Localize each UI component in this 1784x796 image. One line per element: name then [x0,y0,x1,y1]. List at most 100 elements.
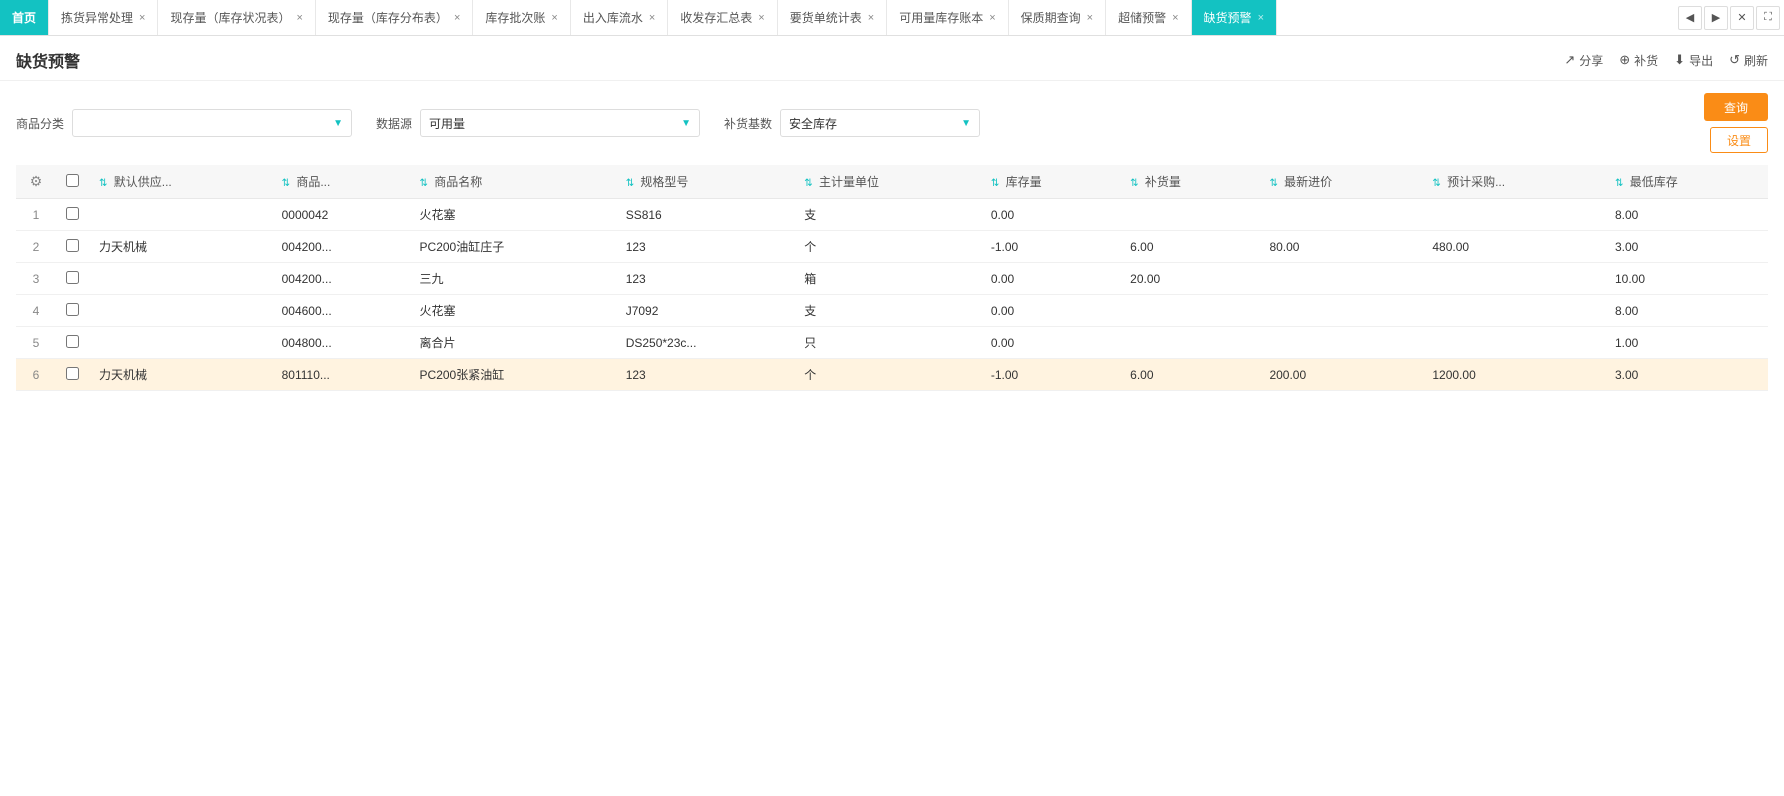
col-unit[interactable]: ⇅ 主计量单位 [794,165,981,199]
tab-expiry[interactable]: 保质期查询 × [1009,0,1106,35]
tab-order-stat-close[interactable]: × [868,12,874,24]
table-row: 5 004800... 离合片 DS250*23c... 只 0.00 1.00 [16,327,1768,359]
tab-batch-close[interactable]: × [551,12,557,24]
tab-avail-ledger[interactable]: 可用量库存账本 × [887,0,1008,35]
row-select-5[interactable] [66,335,79,348]
table-container: ⚙ ⇅ 默认供应... ⇅ 商品... ⇅ 商品名称 [0,165,1784,391]
tab-shortage-label: 缺货预警 [1204,9,1252,26]
row-product-code-3: 004200... [272,263,410,295]
tab-collect-close[interactable]: × [758,12,764,24]
replenish-btn[interactable]: ⊕ 补货 [1619,52,1658,69]
select-all-checkbox[interactable] [66,174,79,187]
tab-order-stat[interactable]: 要货单统计表 × [778,0,887,35]
tab-inv-status-close[interactable]: × [296,12,302,24]
tab-avail-ledger-close[interactable]: × [989,12,995,24]
row-unit-5: 只 [794,327,981,359]
row-spec-2: 123 [616,231,795,263]
table-body: 1 0000042 火花塞 SS816 支 0.00 8.00 2 力天机械 0… [16,199,1768,391]
row-spec-4: J7092 [616,295,795,327]
refresh-btn[interactable]: ↺ 刷新 [1729,52,1768,69]
row-checkbox-4[interactable] [56,295,89,327]
row-min-stock-1: 8.00 [1605,199,1768,231]
row-latest-price-5 [1259,327,1422,359]
tab-inout[interactable]: 出入库流水 × [571,0,668,35]
tab-inout-close[interactable]: × [649,12,655,24]
col-gear[interactable]: ⚙ [16,165,56,199]
export-btn[interactable]: ⬇ 导出 [1674,52,1713,69]
col-replenish-qty[interactable]: ⇅ 补货量 [1120,165,1259,199]
tab-batch-label: 库存批次账 [485,9,545,26]
row-est-purchase-5 [1422,327,1605,359]
row-checkbox-3[interactable] [56,263,89,295]
row-spec-5: DS250*23c... [616,327,795,359]
row-unit-4: 支 [794,295,981,327]
sort-icon-replenish: ⇅ [1130,178,1138,189]
row-replenish-qty-2: 6.00 [1120,231,1259,263]
tab-unusual[interactable]: 拣货异常处理 × [49,0,158,35]
row-unit-3: 箱 [794,263,981,295]
row-checkbox-2[interactable] [56,231,89,263]
datasource-select[interactable]: 可用量 ▼ [420,109,700,137]
tab-scroll-left-btn[interactable]: ◀ [1678,6,1702,30]
tab-scroll-right-btn[interactable]: ▶ [1704,6,1728,30]
tab-home[interactable]: 首页 [0,0,49,35]
row-unit-2: 个 [794,231,981,263]
tab-expiry-close[interactable]: × [1087,12,1093,24]
tab-overstock-close[interactable]: × [1172,12,1178,24]
row-select-2[interactable] [66,239,79,252]
row-product-name-4: 火花塞 [410,295,616,327]
table-header-row: ⚙ ⇅ 默认供应... ⇅ 商品... ⇅ 商品名称 [16,165,1768,199]
row-checkbox-5[interactable] [56,327,89,359]
tab-inv-status[interactable]: 现存量（库存状况表） × [158,0,315,35]
tab-nav-btns: ◀ ▶ ✕ ⛶ [1674,0,1784,35]
tab-overstock[interactable]: 超储预警 × [1106,0,1191,35]
row-latest-price-6: 200.00 [1259,359,1422,391]
tab-fullscreen-btn[interactable]: ⛶ [1756,6,1780,30]
sort-icon-unit: ⇅ [804,178,812,189]
row-select-1[interactable] [66,207,79,220]
table-row: 1 0000042 火花塞 SS816 支 0.00 8.00 [16,199,1768,231]
tab-unusual-close[interactable]: × [139,12,145,24]
share-btn[interactable]: ↗ 分享 [1564,52,1603,69]
sort-icon-code: ⇅ [282,178,290,189]
col-supplier[interactable]: ⇅ 默认供应... [89,165,272,199]
tab-batch[interactable]: 库存批次账 × [473,0,570,35]
tab-close-btn[interactable]: ✕ [1730,6,1754,30]
col-spec[interactable]: ⇅ 规格型号 [616,165,795,199]
row-replenish-qty-4 [1120,295,1259,327]
settings-button[interactable]: 设置 [1710,127,1768,153]
share-icon: ↗ [1564,52,1575,68]
tab-shortage-close[interactable]: × [1258,12,1264,24]
row-est-purchase-1 [1422,199,1605,231]
row-checkbox-1[interactable] [56,199,89,231]
row-num-6: 6 [16,359,56,391]
tab-shortage[interactable]: 缺货预警 × [1192,0,1277,35]
gear-icon[interactable]: ⚙ [30,173,43,189]
query-button[interactable]: 查询 [1704,93,1768,121]
col-stock[interactable]: ⇅ 库存量 [981,165,1120,199]
replenish-base-label: 补货基数 [724,115,772,132]
row-product-name-5: 离合片 [410,327,616,359]
col-min-stock[interactable]: ⇅ 最低库存 [1605,165,1768,199]
col-product-name[interactable]: ⇅ 商品名称 [410,165,616,199]
col-product-code[interactable]: ⇅ 商品... [272,165,410,199]
row-product-code-2: 004200... [272,231,410,263]
replenish-base-select[interactable]: 安全库存 ▼ [780,109,980,137]
row-select-6[interactable] [66,367,79,380]
row-latest-price-4 [1259,295,1422,327]
category-select[interactable]: ▼ [72,109,352,137]
row-est-purchase-6: 1200.00 [1422,359,1605,391]
row-select-3[interactable] [66,271,79,284]
tab-collect[interactable]: 收发存汇总表 × [668,0,777,35]
tab-inv-dist-close[interactable]: × [454,12,460,24]
row-stock-4: 0.00 [981,295,1120,327]
col-latest-price[interactable]: ⇅ 最新进价 [1259,165,1422,199]
row-stock-1: 0.00 [981,199,1120,231]
table-row: 3 004200... 三九 123 箱 0.00 20.00 10.00 [16,263,1768,295]
tab-inv-dist[interactable]: 现存量（库存分布表） × [316,0,473,35]
row-select-4[interactable] [66,303,79,316]
replenish-base-value: 安全库存 [789,115,837,132]
row-product-code-6: 801110... [272,359,410,391]
row-checkbox-6[interactable] [56,359,89,391]
col-est-purchase[interactable]: ⇅ 预计采购... [1422,165,1605,199]
